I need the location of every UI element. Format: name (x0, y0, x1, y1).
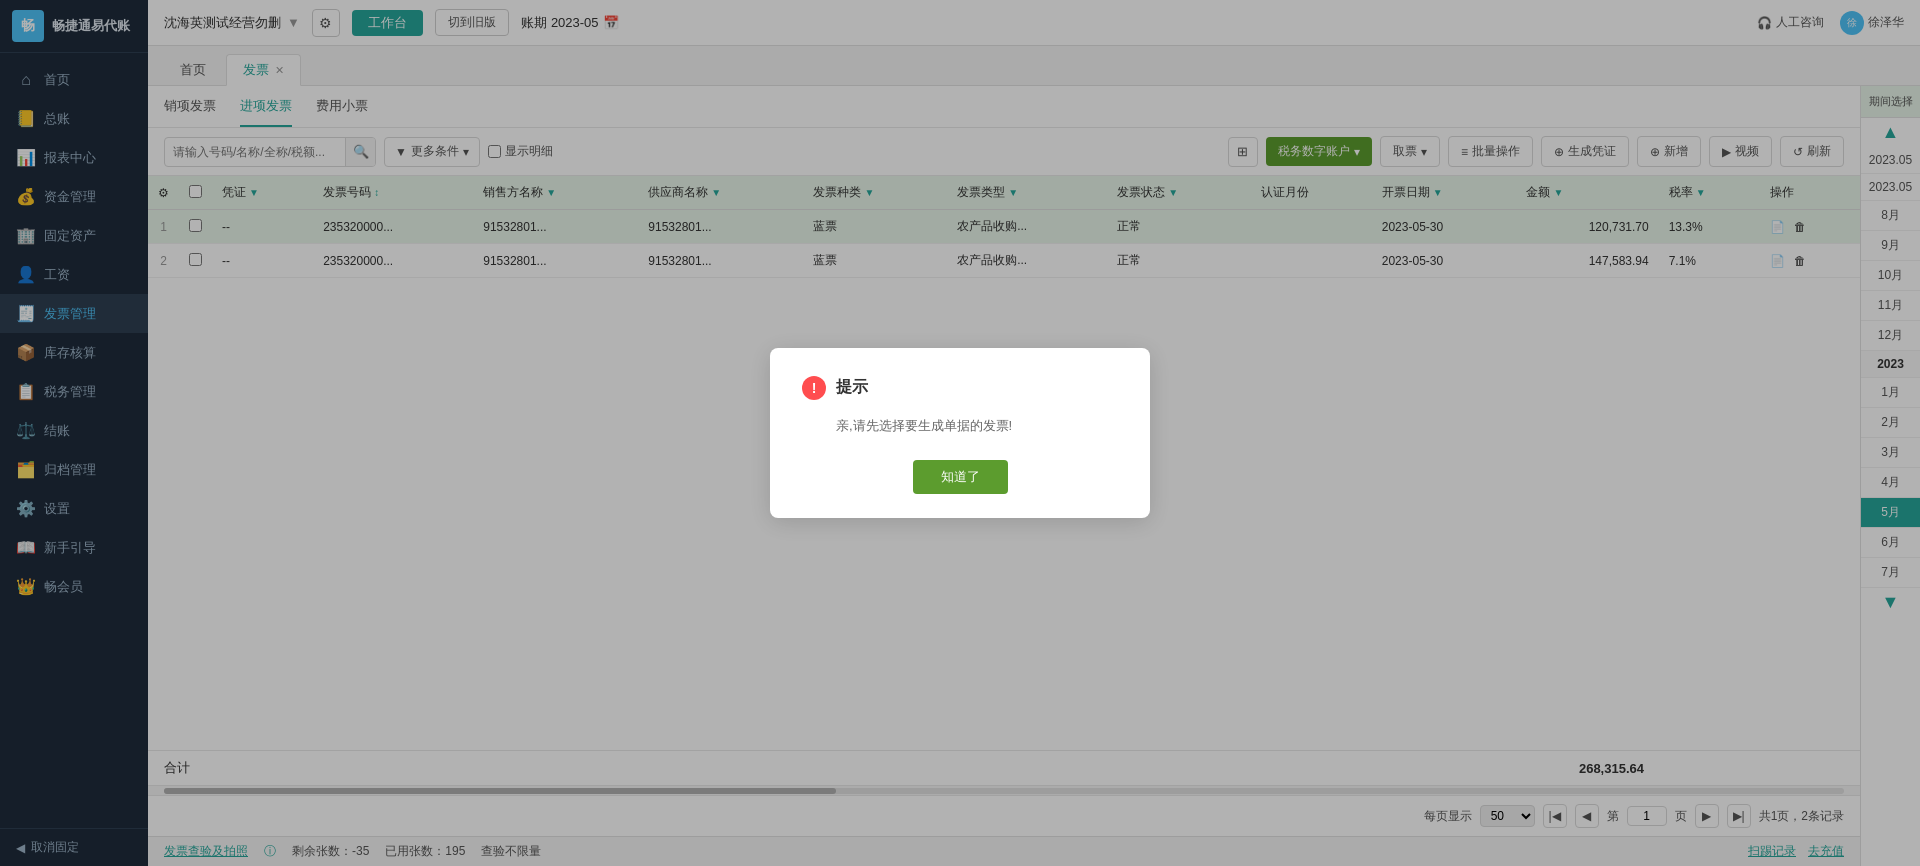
dialog-message: 亲,请先选择要生成单据的发票! (836, 416, 1118, 437)
dialog-title: 提示 (836, 377, 868, 398)
dialog-ok-button[interactable]: 知道了 (913, 460, 1008, 494)
dialog-header: ! 提示 (802, 376, 1118, 400)
dialog-footer: 知道了 (802, 460, 1118, 494)
dialog-overlay: ! 提示 亲,请先选择要生成单据的发票! 知道了 (0, 0, 1920, 866)
warning-icon: ! (802, 376, 826, 400)
alert-dialog: ! 提示 亲,请先选择要生成单据的发票! 知道了 (770, 348, 1150, 519)
